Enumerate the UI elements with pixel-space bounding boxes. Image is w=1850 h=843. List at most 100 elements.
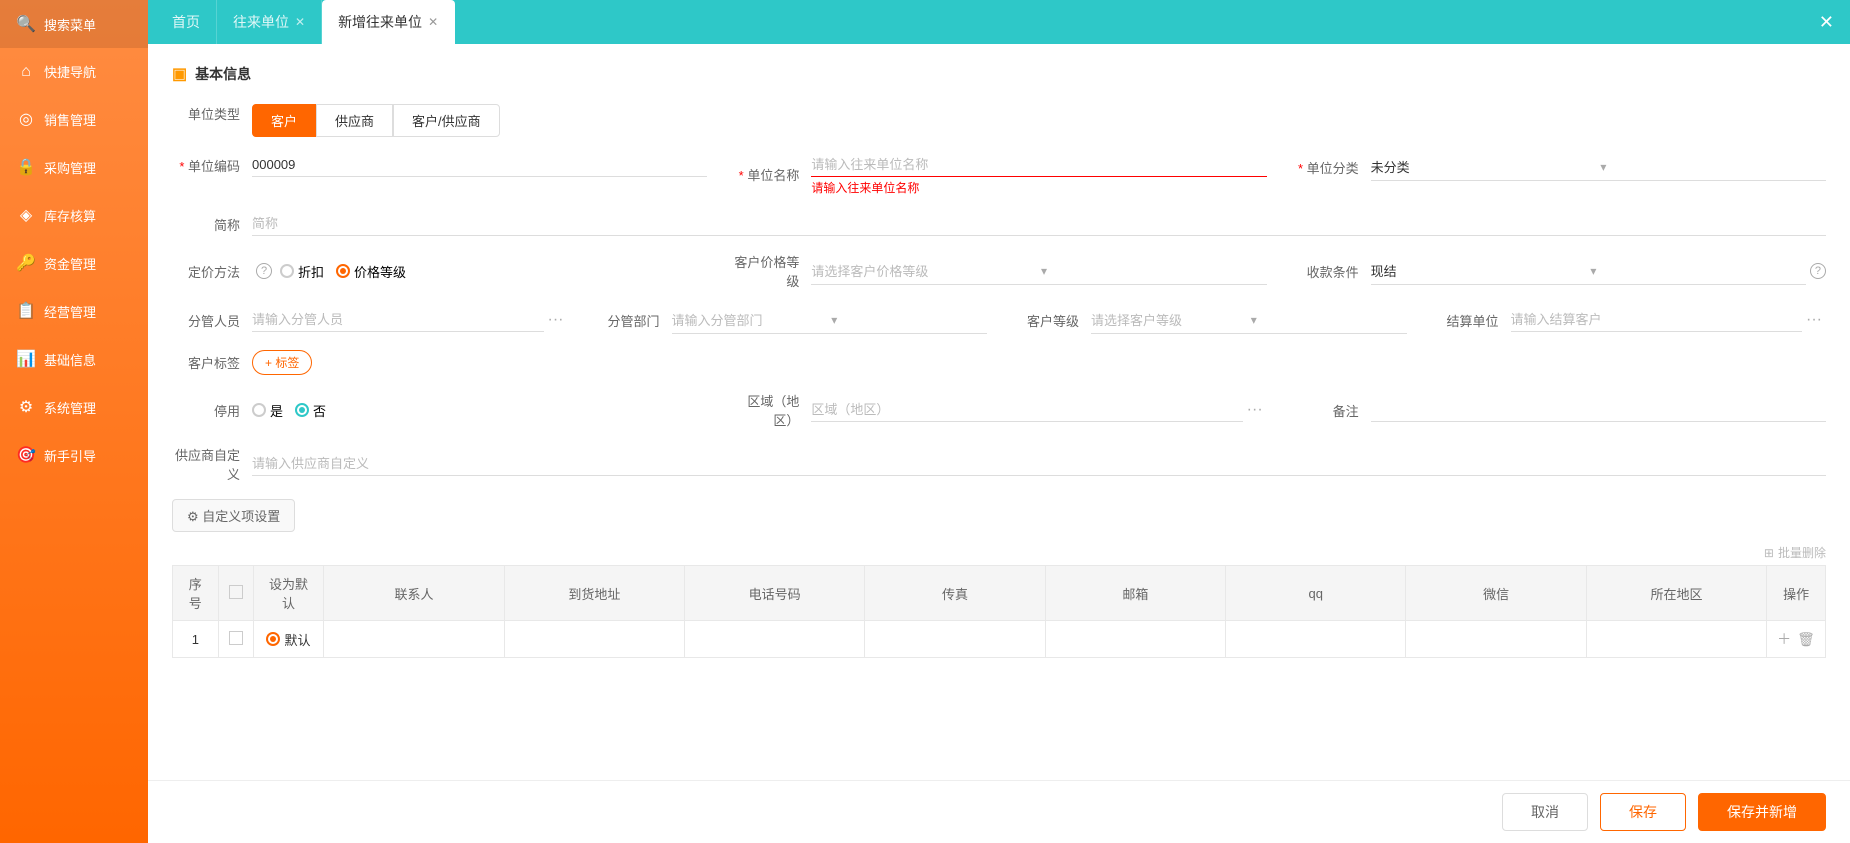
department-select[interactable]: 请输入分管部门 ▾ xyxy=(672,306,988,334)
tab-new-contact[interactable]: 新增往来单位 ✕ xyxy=(322,0,455,44)
tab-home[interactable]: 首页 xyxy=(156,0,217,44)
manager-dots-btn[interactable]: ··· xyxy=(544,311,568,329)
field-settlement-unit: 结算单位 ··· xyxy=(1431,308,1827,332)
cancel-button[interactable]: 取消 xyxy=(1502,793,1588,831)
manager-input[interactable] xyxy=(252,308,544,332)
region-row-input[interactable] xyxy=(1597,632,1756,647)
disabled-radio-group: 是 否 xyxy=(252,401,326,420)
remark-input-wrap xyxy=(1371,398,1826,422)
field-unit-category: 单位分类 未分类 ▾ xyxy=(1291,153,1826,181)
sidebar-item-sales[interactable]: ◎ 销售管理 xyxy=(0,95,148,143)
unit-name-label: 单位名称 xyxy=(731,165,811,184)
sidebar-item-guide[interactable]: 🎯 新手引导 xyxy=(0,431,148,479)
unit-category-arrow: ▾ xyxy=(1600,160,1826,174)
custom-settings-button[interactable]: ⚙ 自定义项设置 xyxy=(172,499,295,532)
radio-yes[interactable]: 是 xyxy=(252,401,283,420)
cell-qq[interactable] xyxy=(1226,621,1406,658)
fax-input[interactable] xyxy=(875,632,1034,647)
col-region: 所在地区 xyxy=(1586,566,1766,621)
field-customer-price-level: 客户价格等级 请选择客户价格等级 ▾ xyxy=(731,252,1266,290)
row-ops: ＋ 🗑 xyxy=(1777,629,1815,649)
tabbar-close-all[interactable]: ✕ xyxy=(1811,12,1842,33)
qq-input[interactable] xyxy=(1236,632,1395,647)
remark-input[interactable] xyxy=(1371,398,1826,422)
field-region: 区域（地区） ··· xyxy=(731,391,1266,429)
sidebar-item-operations[interactable]: 📋 经营管理 xyxy=(0,287,148,335)
cell-address[interactable] xyxy=(504,621,684,658)
row-checkbox[interactable] xyxy=(229,631,243,645)
region-dots-btn[interactable]: ··· xyxy=(1243,401,1267,419)
radio-default[interactable]: 默认 xyxy=(264,630,314,649)
radio-price-level[interactable]: 价格等级 xyxy=(336,262,406,281)
cell-phone[interactable] xyxy=(685,621,865,658)
add-row-btn[interactable]: ＋ xyxy=(1777,629,1791,649)
contact-input[interactable] xyxy=(334,632,493,647)
sidebar-item-basic-info[interactable]: 📊 基础信息 xyxy=(0,335,148,383)
supplier-custom-label: 供应商自定义 xyxy=(172,445,252,483)
cell-contact[interactable] xyxy=(324,621,504,658)
cell-region[interactable] xyxy=(1586,621,1766,658)
sidebar-item-inventory[interactable]: ◈ 库存核算 xyxy=(0,191,148,239)
short-name-input[interactable] xyxy=(252,212,1826,236)
unit-type-group: 客户 供应商 客户/供应商 xyxy=(252,104,500,137)
field-department: 分管部门 请输入分管部门 ▾ xyxy=(592,306,988,334)
unit-category-select[interactable]: 未分类 ▾ xyxy=(1371,153,1826,181)
radio-yes-circle xyxy=(252,403,266,417)
settlement-unit-input-wrap: ··· xyxy=(1511,308,1827,332)
tab-new-contact-close[interactable]: ✕ xyxy=(428,15,438,29)
select-all-checkbox[interactable] xyxy=(229,585,243,599)
unit-code-input[interactable] xyxy=(252,153,707,177)
col-seq: 序号 xyxy=(173,566,219,621)
region-input-wrap: ··· xyxy=(811,398,1266,422)
phone-input[interactable] xyxy=(695,632,854,647)
manager-input-wrap: ··· xyxy=(252,308,568,332)
disabled-label: 停用 xyxy=(172,401,252,420)
radio-discount-circle xyxy=(280,264,294,278)
address-input[interactable] xyxy=(515,632,674,647)
field-customer-level: 客户等级 请选择客户等级 ▾ xyxy=(1011,306,1407,334)
add-tag-button[interactable]: + 标签 xyxy=(252,350,312,375)
field-remark: 备注 xyxy=(1291,398,1826,422)
form-content: ▣ 基本信息 单位类型 客户 供应商 客户/供应商 单位编码 单位名称 xyxy=(148,44,1850,780)
unit-name-input[interactable] xyxy=(811,153,1266,177)
inventory-icon: ◈ xyxy=(16,205,36,225)
field-unit-name: 单位名称 请输入往来单位名称 xyxy=(731,153,1266,196)
radio-discount[interactable]: 折扣 xyxy=(280,262,324,281)
cell-wechat[interactable] xyxy=(1406,621,1586,658)
btn-both[interactable]: 客户/供应商 xyxy=(393,104,500,137)
region-input[interactable] xyxy=(811,398,1242,422)
tab-contacts-close[interactable]: ✕ xyxy=(295,15,305,29)
settlement-unit-input[interactable] xyxy=(1511,308,1803,332)
save-button[interactable]: 保存 xyxy=(1600,793,1686,831)
del-row-btn[interactable]: 🗑 xyxy=(1797,629,1815,649)
customer-price-level-select[interactable]: 请选择客户价格等级 ▾ xyxy=(811,257,1266,285)
sidebar-item-quick-nav[interactable]: ⌂ 快捷导航 xyxy=(0,48,148,95)
sidebar-item-system[interactable]: ⚙ 系统管理 xyxy=(0,383,148,431)
supplier-custom-input[interactable] xyxy=(252,452,1826,476)
radio-no[interactable]: 否 xyxy=(295,401,326,420)
payment-terms-select[interactable]: 现结 ▾ xyxy=(1371,257,1806,285)
sidebar-item-purchase[interactable]: 🔒 采购管理 xyxy=(0,143,148,191)
col-email: 邮箱 xyxy=(1045,566,1225,621)
wechat-input[interactable] xyxy=(1416,632,1575,647)
unit-type-row: 单位类型 客户 供应商 客户/供应商 xyxy=(172,104,1826,137)
sidebar-item-search[interactable]: 🔍 搜索菜单 xyxy=(0,0,148,48)
tab-contacts[interactable]: 往来单位 ✕ xyxy=(217,0,322,44)
btn-supplier[interactable]: 供应商 xyxy=(316,104,393,137)
purchase-icon: 🔒 xyxy=(16,157,36,177)
email-input[interactable] xyxy=(1056,632,1215,647)
btn-customer[interactable]: 客户 xyxy=(252,104,316,137)
save-new-button[interactable]: 保存并新增 xyxy=(1698,793,1826,831)
cell-email[interactable] xyxy=(1045,621,1225,658)
payment-terms-help-icon[interactable]: ? xyxy=(1810,263,1826,279)
department-placeholder: 请输入分管部门 xyxy=(672,310,828,329)
cell-checkbox xyxy=(218,621,253,658)
col-fax: 传真 xyxy=(865,566,1045,621)
search-icon: 🔍 xyxy=(16,14,36,34)
pricing-help-icon[interactable]: ? xyxy=(256,263,272,279)
sidebar-item-finance[interactable]: 🔑 资金管理 xyxy=(0,239,148,287)
short-name-input-wrap xyxy=(252,212,1826,236)
cell-fax[interactable] xyxy=(865,621,1045,658)
settlement-unit-dots-btn[interactable]: ··· xyxy=(1802,311,1826,329)
customer-level-select[interactable]: 请选择客户等级 ▾ xyxy=(1091,306,1407,334)
